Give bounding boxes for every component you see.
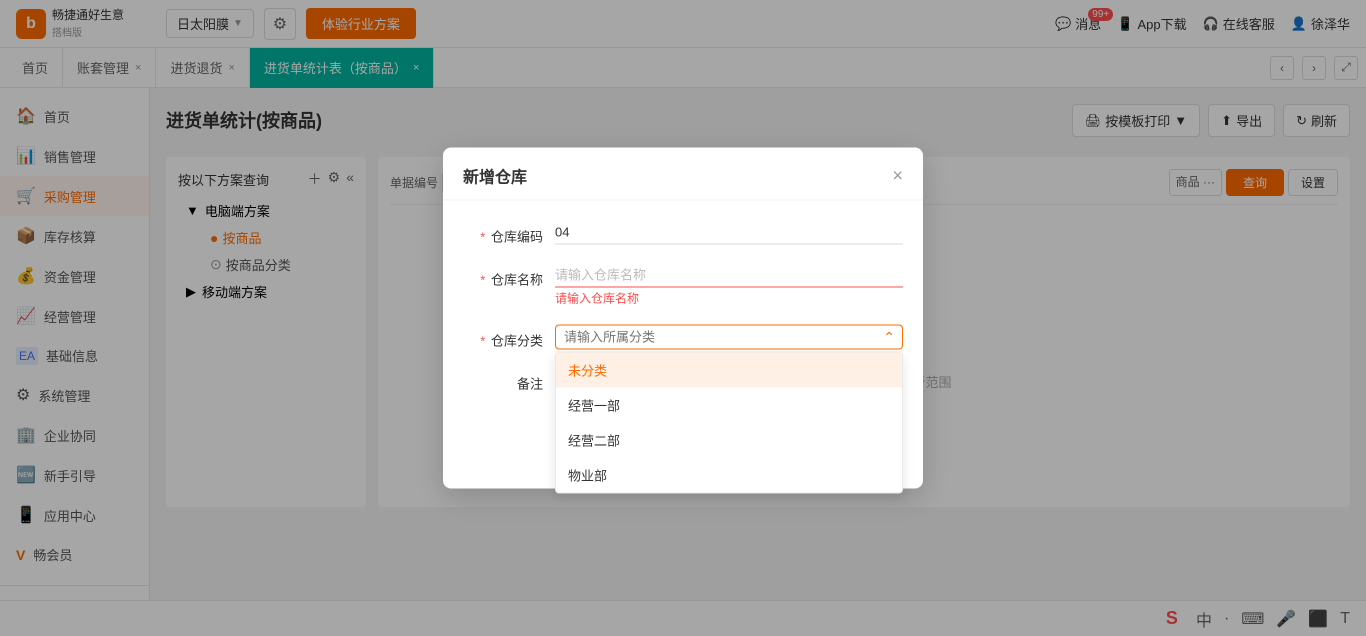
code-input-wrap (555, 221, 903, 245)
category-label-text: 仓库分类 (491, 334, 543, 349)
modal-header: 新增仓库 × (443, 148, 923, 201)
dropdown-item-dept2[interactable]: 经营二部 (556, 423, 902, 458)
dropdown-item-unclassified[interactable]: 未分类 (556, 353, 902, 388)
name-required-marker: * (480, 273, 485, 288)
code-label-text: 仓库编码 (491, 230, 543, 245)
dropdown-item-dept3-label: 物业部 (568, 469, 607, 484)
category-input-wrap: ⌃ 未分类 经营一部 经营二部 物业部 (555, 325, 903, 350)
modal-body: * 仓库编码 * 仓库名称 请输入仓库名称 * 仓库分类 (443, 201, 923, 421)
dropdown-item-dept1[interactable]: 经营一部 (556, 388, 902, 423)
form-row-name: * 仓库名称 请输入仓库名称 (463, 264, 903, 307)
new-warehouse-modal: 新增仓库 × * 仓库编码 * 仓库名称 请输入仓库名称 (443, 148, 923, 489)
dropdown-item-dept2-label: 经营二部 (568, 434, 620, 449)
name-input-wrap: 请输入仓库名称 (555, 264, 903, 307)
code-label: * 仓库编码 (463, 221, 543, 246)
name-input[interactable] (555, 264, 903, 288)
code-required-marker: * (480, 230, 485, 245)
category-label: * 仓库分类 (463, 325, 543, 350)
name-error-msg: 请输入仓库名称 (555, 290, 903, 307)
category-arrow-icon[interactable]: ⌃ (883, 329, 895, 346)
form-row-category: * 仓库分类 ⌃ 未分类 经营一部 经营二部 (463, 325, 903, 350)
category-dropdown: 未分类 经营一部 经营二部 物业部 (555, 352, 903, 494)
name-label-text: 仓库名称 (491, 273, 543, 288)
note-label: 备注 (463, 368, 543, 393)
modal-close-icon[interactable]: × (892, 165, 903, 186)
cat-required-marker: * (480, 334, 485, 349)
dropdown-item-dept3[interactable]: 物业部 (556, 458, 902, 493)
dropdown-item-unclassified-label: 未分类 (568, 364, 607, 379)
category-input[interactable] (555, 325, 903, 350)
dropdown-item-dept1-label: 经营一部 (568, 399, 620, 414)
name-label: * 仓库名称 (463, 264, 543, 289)
note-label-text: 备注 (517, 377, 543, 392)
modal-title: 新增仓库 (463, 164, 527, 188)
code-input[interactable] (555, 221, 903, 245)
form-row-code: * 仓库编码 (463, 221, 903, 246)
